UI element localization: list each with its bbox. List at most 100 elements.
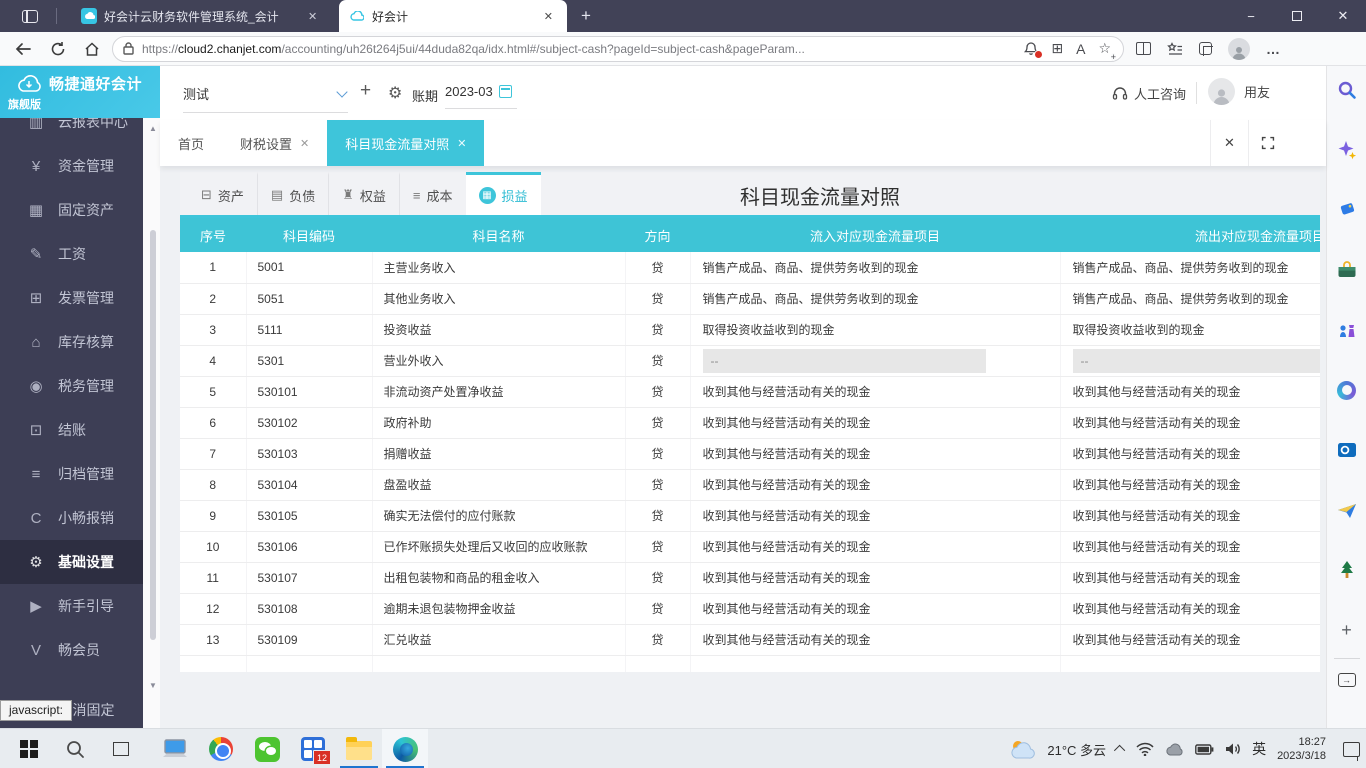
add-sidebar-app-icon[interactable]: + [1335,618,1359,642]
games-icon[interactable] [1335,318,1359,342]
table-row[interactable]: 7 530103 捐赠收益 贷 收到其他与经营活动有关的现金 收到其他与经营活动… [180,438,1320,470]
hidden-icons-chevron[interactable] [1113,744,1126,757]
tab-close-icon[interactable]: ✕ [304,10,321,23]
onedrive-cloud-icon[interactable] [1165,743,1184,756]
taskbar-search-button[interactable] [52,729,98,768]
sidebar-item[interactable]: ▶ 新手引导 [0,584,143,628]
split-new-tab-icon[interactable]: ⊞ [1051,40,1063,57]
sidebar-item[interactable]: ⚙ 基础设置 [0,540,143,584]
page-tab[interactable]: 科目现金流量对照 ✕ [327,120,485,166]
clock[interactable]: 18:27 2023/3/18 [1277,735,1326,763]
category-tab[interactable]: ♜ 权益 [328,172,399,215]
home-icon[interactable] [84,41,100,57]
account-settings-icon[interactable]: ⚙ [388,83,402,103]
sidebar-item[interactable]: ⌂ 库存核算 [0,320,143,364]
cell-inflow[interactable]: 收到其他与经营活动有关的现金 [690,531,1061,563]
cell-outflow[interactable]: 收到其他与经营活动有关的现金 [1060,500,1320,532]
cell-inflow[interactable]: 收到其他与经营活动有关的现金 [690,500,1061,532]
cell-inflow[interactable]: 收到其他与经营活动有关的现金 [690,562,1061,594]
address-bar[interactable]: https://cloud2.chanjet.com/accounting/uh… [112,35,1124,62]
taskbar-app-wechat[interactable] [244,729,290,768]
copilot-icon[interactable] [1335,138,1359,162]
table-row[interactable]: 11 530107 出租包装物和商品的租金收入 贷 收到其他与经营活动有关的现金… [180,562,1320,594]
cell-outflow[interactable]: 收到其他与经营活动有关的现金 [1060,593,1320,625]
sidebar-toggle-icon[interactable]: → [1337,673,1356,687]
sidebar-scrollbar-thumb[interactable] [150,230,156,640]
fullscreen-icon[interactable] [1248,120,1286,166]
table-row[interactable]: 3 5111 投资收益 贷 取得投资收益收到的现金 取得投资收益收到的现金 [180,314,1320,346]
tab-close-icon[interactable]: ✕ [540,10,557,23]
browser-profile-avatar[interactable] [1228,37,1250,60]
account-select[interactable]: 测试 [183,84,348,113]
cell-outflow[interactable]: 销售产成品、商品、提供劳务收到的现金 [1060,252,1320,284]
weather-icon[interactable] [1008,738,1036,760]
taskbar-app-chrome[interactable] [198,729,244,768]
sidebar-item[interactable]: ≡ 归档管理 [0,452,143,496]
cell-outflow[interactable]: 收到其他与经营活动有关的现金 [1060,376,1320,408]
sidebar-item[interactable]: C 小畅报销 [0,496,143,540]
outlook-icon[interactable] [1335,438,1359,462]
weather-text[interactable]: 21°C 多云 [1047,740,1106,759]
period-select[interactable]: 2023-03 [445,84,517,109]
sidebar-item[interactable]: ¥ 资金管理 [0,144,143,188]
scroll-up-icon[interactable]: ▲ [146,124,160,133]
shopping-icon[interactable] [1335,198,1359,222]
settings-more-icon[interactable]: … [1266,41,1280,57]
sidebar-item[interactable]: ⊡ 结账 [0,408,143,452]
sidebar-item[interactable]: ⊞ 发票管理 [0,276,143,320]
cell-inflow[interactable]: 销售产成品、商品、提供劳务收到的现金 [690,283,1061,315]
cell-outflow[interactable]: 取得投资收益收到的现金 [1060,314,1320,346]
scroll-down-icon[interactable]: ▼ [146,681,160,690]
table-row[interactable]: 8 530104 盘盈收益 贷 收到其他与经营活动有关的现金 收到其他与经营活动… [180,469,1320,501]
battery-icon[interactable] [1195,743,1214,755]
category-tab[interactable]: ▦ 损益 [465,172,541,215]
favorite-star-icon[interactable]: ☆ + [1098,40,1116,62]
minimize-button[interactable]: − [1228,0,1274,32]
action-center-icon[interactable] [1343,741,1360,761]
cell-outflow[interactable]: 收到其他与经营活动有关的现金 [1060,624,1320,656]
table-row[interactable]: 2 5051 其他业务收入 贷 销售产成品、商品、提供劳务收到的现金 销售产成品… [180,283,1320,315]
support-button[interactable]: 人工咨询 [1112,84,1186,103]
cell-inflow[interactable]: 收到其他与经营活动有关的现金 [690,376,1061,408]
refresh-icon[interactable] [50,41,66,57]
capture-icon[interactable] [1199,42,1213,56]
split-screen-icon[interactable] [1136,42,1151,55]
page-tab-close-icon[interactable]: ✕ [300,137,309,150]
browser-tab-active[interactable]: 好会计 ✕ [339,0,567,32]
taskbar-app-grid[interactable]: 12 [290,729,336,768]
add-account-button[interactable]: + [360,80,371,102]
maximize-button[interactable] [1274,0,1320,32]
cell-outflow[interactable]: 收到其他与经营活动有关的现金 [1060,438,1320,470]
page-tab[interactable]: 首页 ✕ [160,120,222,166]
cell-outflow[interactable]: 收到其他与经营活动有关的现金 [1060,407,1320,439]
paper-plane-icon[interactable] [1335,498,1359,522]
input-language-indicator[interactable]: 英 [1252,739,1266,759]
cell-outflow[interactable]: 收到其他与经营活动有关的现金 [1060,562,1320,594]
sidebar-item[interactable]: ▦ 固定资产 [0,188,143,232]
browser-tab-inactive[interactable]: 好会计云财务软件管理系统_会计 ✕ [71,0,339,32]
cell-inflow[interactable]: 收到其他与经营活动有关的现金 [690,438,1061,470]
cell-outflow[interactable]: -- [1060,345,1320,377]
table-row[interactable]: 6 530102 政府补助 贷 收到其他与经营活动有关的现金 收到其他与经营活动… [180,407,1320,439]
task-view-button[interactable] [98,729,144,768]
table-row[interactable]: 10 530106 已作坏账损失处理后又收回的应收账款 贷 收到其他与经营活动有… [180,531,1320,563]
microsoft-365-icon[interactable] [1335,378,1359,402]
cell-inflow[interactable]: 收到其他与经营活动有关的现金 [690,624,1061,656]
cell-outflow[interactable]: 销售产成品、商品、提供劳务收到的现金 [1060,283,1320,315]
cell-inflow[interactable]: 销售产成品、商品、提供劳务收到的现金 [690,252,1061,284]
taskbar-app-computer[interactable] [152,729,198,768]
user-menu[interactable]: 用友 [1208,78,1270,105]
sidebar-item[interactable]: ✎ 工资 [0,232,143,276]
wifi-icon[interactable] [1136,742,1154,756]
table-row[interactable]: 5 530101 非流动资产处置净收益 贷 收到其他与经营活动有关的现金 收到其… [180,376,1320,408]
cell-outflow[interactable]: 收到其他与经营活动有关的现金 [1060,531,1320,563]
taskbar-app-explorer[interactable] [336,729,382,768]
new-tab-button[interactable]: + [567,6,605,26]
volume-icon[interactable] [1225,742,1241,756]
cell-inflow[interactable]: 收到其他与经营活动有关的现金 [690,469,1061,501]
page-tab-close-icon[interactable]: ✕ [457,137,466,150]
taskbar-app-edge[interactable] [382,729,428,768]
start-button[interactable] [6,729,52,768]
tree-icon[interactable] [1335,558,1359,582]
sidebar-item[interactable]: ◉ 税务管理 [0,364,143,408]
